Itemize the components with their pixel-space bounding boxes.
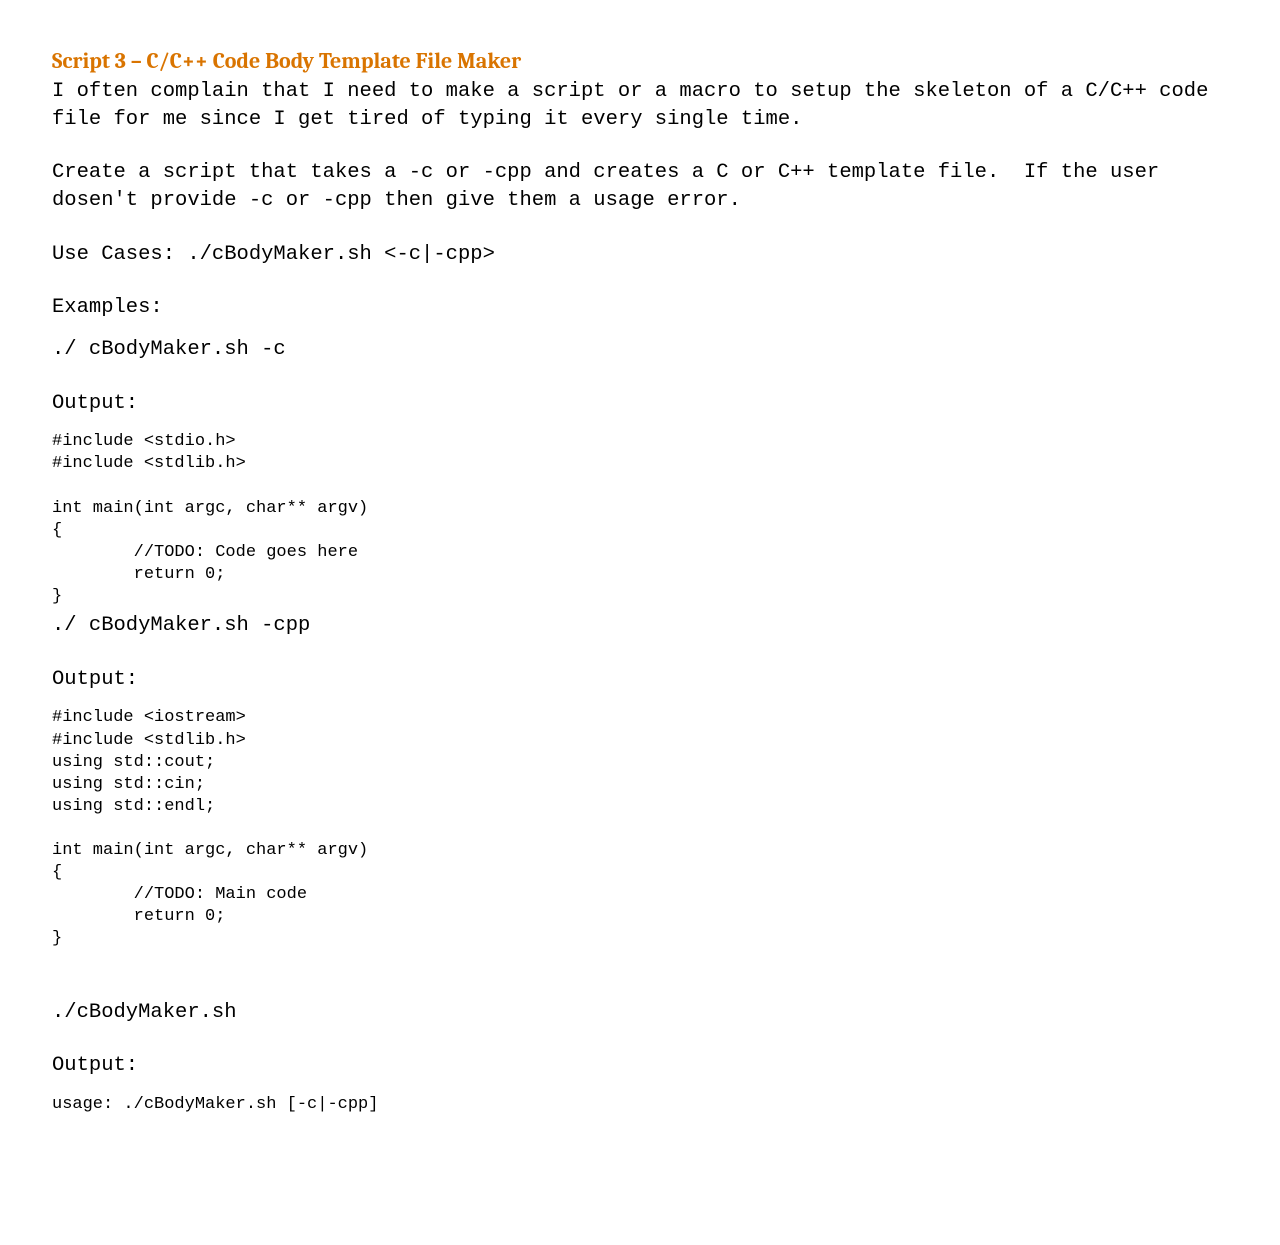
- example-1-output: #include <stdio.h> #include <stdlib.h> i…: [52, 431, 1228, 608]
- output-label-3: Output:: [52, 1052, 1228, 1080]
- example-3-output: usage: ./cBodyMaker.sh [-c|-cpp]: [52, 1094, 1228, 1116]
- examples-label: Examples:: [52, 294, 1228, 322]
- use-cases-line: Use Cases: ./cBodyMaker.sh <-c|-cpp>: [52, 241, 1228, 269]
- example-1-command: ./ cBodyMaker.sh -c: [52, 336, 1228, 364]
- output-label-1: Output:: [52, 390, 1228, 418]
- intro-paragraph: I often complain that I need to make a s…: [52, 78, 1228, 133]
- section-heading: Script 3 – C/C++ Code Body Template File…: [52, 48, 1228, 74]
- example-2-output: #include <iostream> #include <stdlib.h> …: [52, 707, 1228, 950]
- task-paragraph: Create a script that takes a -c or -cpp …: [52, 159, 1228, 214]
- example-2-command: ./ cBodyMaker.sh -cpp: [52, 612, 1228, 640]
- output-label-2: Output:: [52, 666, 1228, 694]
- example-3-command: ./cBodyMaker.sh: [52, 999, 1228, 1027]
